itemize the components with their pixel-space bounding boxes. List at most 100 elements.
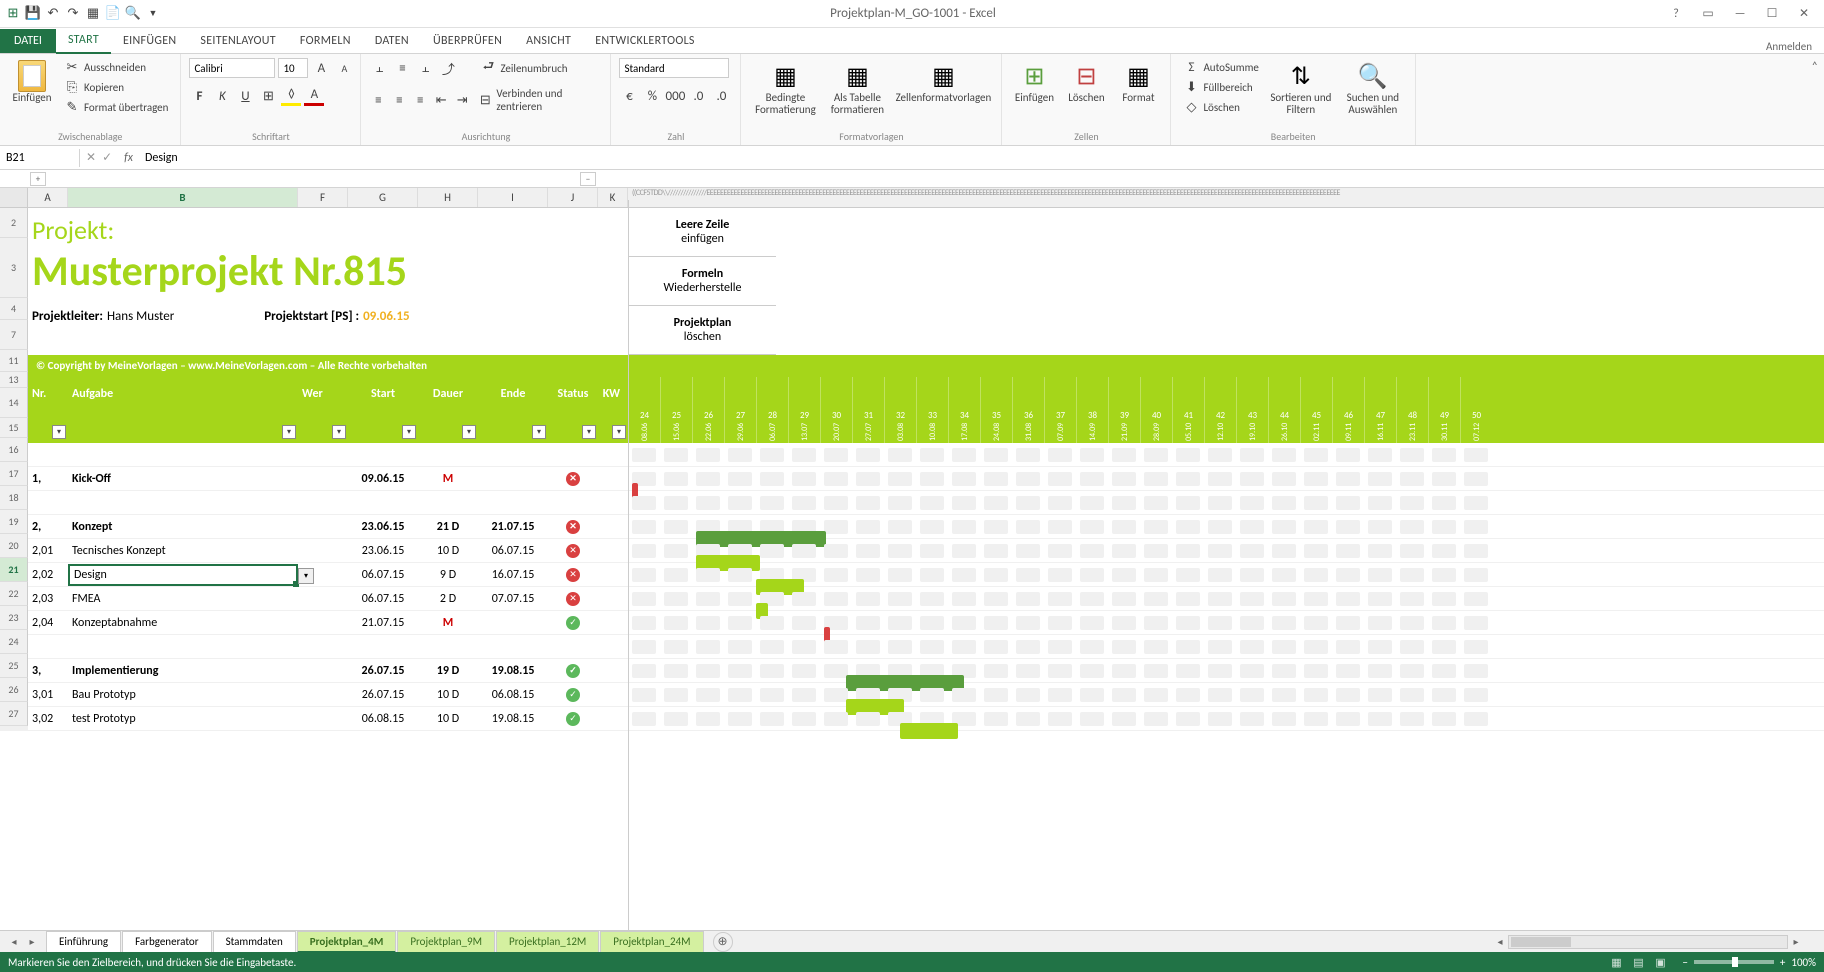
border-button[interactable]: ⊞ (258, 86, 278, 106)
number-format-select[interactable] (619, 58, 729, 78)
cell-task[interactable]: Bau Prototyp (68, 686, 298, 704)
col-header-i[interactable]: I (478, 188, 548, 207)
cell-end[interactable]: 06.07.15 (478, 542, 548, 560)
cell-duration[interactable]: M (418, 470, 478, 488)
view-normal-icon[interactable]: ▦ (1606, 954, 1626, 970)
cell-task[interactable]: Kick-Off (68, 470, 298, 488)
tab-pagelayout[interactable]: SEITENLAYOUT (188, 29, 288, 53)
insert-row-button[interactable]: Leere Zeileeinfügen (629, 208, 776, 257)
cell-status[interactable]: ✕ (548, 541, 598, 560)
sheet-nav-first[interactable]: ◂ (6, 934, 22, 950)
cell-end[interactable]: 19.08.15 (478, 710, 548, 728)
table-row[interactable]: 2,02Design▾06.07.159 D16.07.15✕ (28, 563, 1824, 587)
col-header-h[interactable]: H (418, 188, 478, 207)
hscroll-right[interactable]: ▸ (1788, 934, 1804, 950)
cell-who[interactable] (298, 669, 348, 673)
delete-plan-button[interactable]: Projektplanlöschen (629, 306, 776, 355)
ribbon-options-icon[interactable]: ▭ (1696, 4, 1720, 24)
cell-who[interactable] (298, 525, 348, 529)
col-header-k[interactable]: K (598, 188, 628, 207)
row-header[interactable]: 23 (0, 606, 28, 630)
cell-status[interactable]: ✓ (548, 685, 598, 704)
cell-end[interactable]: 19.08.15 (478, 662, 548, 680)
align-left-icon[interactable]: ≡ (369, 90, 387, 110)
align-center-icon[interactable]: ≡ (390, 90, 408, 110)
cell-status[interactable]: ✓ (548, 613, 598, 632)
tab-data[interactable]: DATEN (363, 29, 421, 53)
zoom-in-button[interactable]: + (1780, 956, 1785, 969)
align-right-icon[interactable]: ≡ (411, 90, 429, 110)
filter-start[interactable]: ▾ (402, 425, 416, 439)
col-header-f[interactable]: F (298, 188, 348, 207)
decimal-dec-icon[interactable]: .0 (711, 86, 731, 106)
find-select-button[interactable]: 🔍Suchen und Auswählen (1339, 58, 1407, 118)
tab-start[interactable]: START (56, 28, 111, 54)
cell-status[interactable]: ✕ (548, 469, 598, 488)
cell-who[interactable] (298, 477, 348, 481)
cell-start[interactable]: 21.07.15 (348, 614, 418, 632)
col-header-a[interactable]: A (28, 188, 68, 207)
row-header[interactable]: 13 (0, 372, 28, 388)
formula-input[interactable]: Design (139, 149, 1824, 167)
font-color-button[interactable]: A (304, 86, 324, 106)
cell-start[interactable]: 06.08.15 (348, 710, 418, 728)
row-header[interactable]: 15 (0, 418, 28, 438)
help-icon[interactable]: ? (1664, 4, 1688, 24)
cell-task[interactable]: Konzept (68, 518, 298, 536)
cell-who[interactable] (298, 693, 348, 697)
table-row[interactable]: 2,01Tecnisches Konzept23.06.1510 D06.07.… (28, 539, 1824, 563)
indent-dec-icon[interactable]: ⇤ (432, 90, 450, 110)
cut-button[interactable]: ✂Ausschneiden (60, 58, 172, 76)
row-header[interactable]: 2 (0, 208, 28, 238)
filter-kw[interactable]: ▾ (612, 425, 626, 439)
clear-button[interactable]: ◇Löschen (1179, 98, 1262, 116)
decimal-inc-icon[interactable]: .0 (688, 86, 708, 106)
select-all-corner[interactable] (0, 188, 28, 207)
cell-duration[interactable]: 10 D (418, 542, 478, 560)
cell-task[interactable]: Implementierung (68, 662, 298, 680)
cell-end[interactable] (478, 477, 548, 481)
undo-icon[interactable]: ↶ (44, 5, 62, 23)
cell-end[interactable] (478, 621, 548, 625)
row-header[interactable]: 25 (0, 654, 28, 678)
cell-start[interactable]: 09.06.15 (348, 470, 418, 488)
sheet-tab[interactable]: Farbgenerator (122, 931, 211, 953)
tab-formulas[interactable]: FORMELN (288, 29, 363, 53)
tab-review[interactable]: ÜBERPRÜFEN (421, 29, 514, 53)
view-pagebreak-icon[interactable]: ▣ (1650, 954, 1670, 970)
paste-button[interactable]: Einfügen (8, 58, 56, 106)
filter-end[interactable]: ▾ (532, 425, 546, 439)
sheet-tab[interactable]: Projektplan_4M (297, 931, 397, 953)
row-header[interactable]: 24 (0, 630, 28, 654)
cell-who[interactable] (298, 621, 348, 625)
cell-status[interactable]: ✓ (548, 709, 598, 728)
cell-duration[interactable]: 21 D (418, 518, 478, 536)
zoom-slider[interactable] (1694, 960, 1774, 964)
collapse-ribbon-icon[interactable]: ˄ (1806, 54, 1824, 145)
signin-link[interactable]: Anmelden (1766, 40, 1824, 53)
sheet-tab[interactable]: Projektplan_12M (496, 931, 599, 953)
cell-duration[interactable]: 19 D (418, 662, 478, 680)
cell-end[interactable]: 07.07.15 (478, 590, 548, 608)
cell-nr[interactable]: 2,02 (28, 566, 68, 584)
redo-icon[interactable]: ↷ (64, 5, 82, 23)
font-name-select[interactable] (189, 58, 275, 78)
col-header-b[interactable]: B (68, 188, 298, 207)
cell-duration[interactable]: M (418, 614, 478, 632)
close-icon[interactable]: ✕ (1792, 4, 1816, 24)
row-header[interactable]: 4 (0, 298, 28, 320)
qat-icon-2[interactable]: 📄 (104, 5, 122, 23)
merge-button[interactable]: ⊟Verbinden und zentrieren (474, 86, 602, 114)
row-header[interactable]: 19 (0, 510, 28, 534)
horizontal-scrollbar[interactable] (1508, 935, 1788, 949)
align-middle-icon[interactable]: ≡ (392, 58, 412, 78)
format-painter-button[interactable]: ✎Format übertragen (60, 98, 172, 116)
filter-duration[interactable]: ▾ (462, 425, 476, 439)
zoom-level[interactable]: 100% (1791, 956, 1816, 969)
cell-duration[interactable]: 10 D (418, 686, 478, 704)
sort-filter-button[interactable]: ⇅Sortieren und Filtern (1267, 58, 1335, 118)
thousands-icon[interactable]: 000 (665, 86, 685, 106)
autosum-button[interactable]: ΣAutoSumme (1179, 58, 1262, 76)
dropdown-icon[interactable]: ▾ (298, 568, 314, 584)
cell-nr[interactable]: 3,02 (28, 710, 68, 728)
